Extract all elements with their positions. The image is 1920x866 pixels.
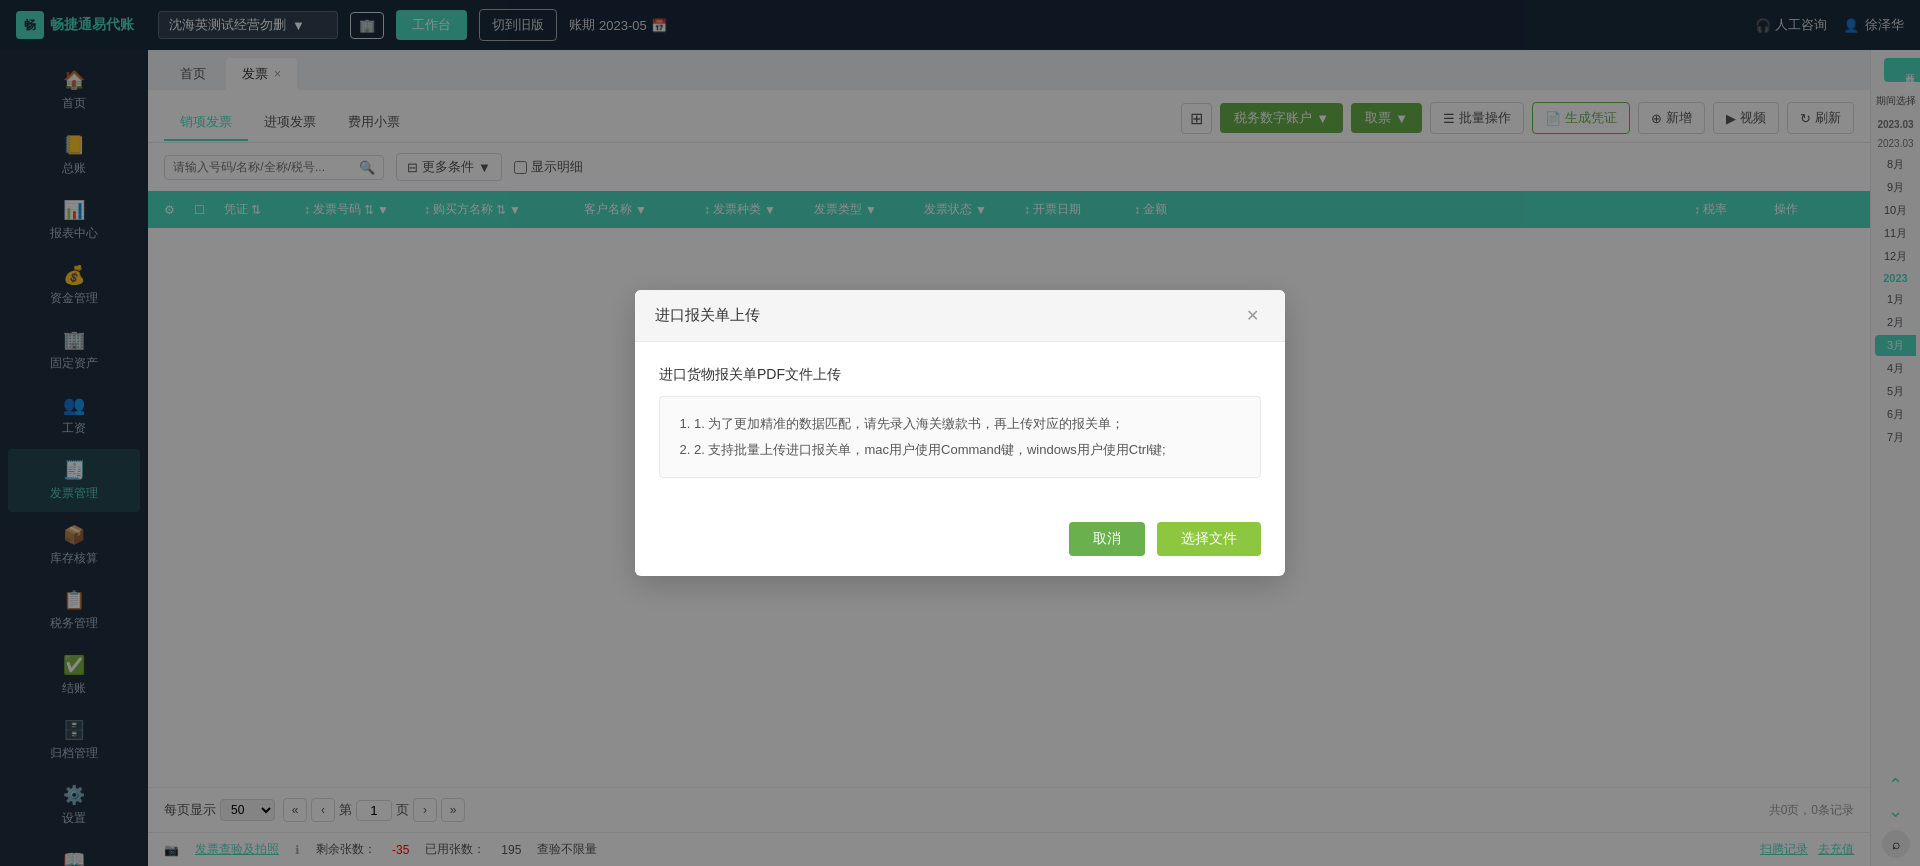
modal-overlay[interactable]: 进口报关单上传 ✕ 进口货物报关单PDF文件上传 1. 为了更加精准的数据匹配，… bbox=[0, 0, 1920, 866]
modal-cancel-btn[interactable]: 取消 bbox=[1069, 522, 1145, 556]
upload-section-title: 进口货物报关单PDF文件上传 bbox=[659, 366, 1261, 384]
modal-title: 进口报关单上传 bbox=[655, 306, 760, 325]
modal-close-btn[interactable]: ✕ bbox=[1240, 304, 1265, 327]
instruction-2: 2. 支持批量上传进口报关单，mac用户使用Command键，windows用户… bbox=[694, 437, 1244, 463]
upload-info-box: 1. 为了更加精准的数据匹配，请先录入海关缴款书，再上传对应的报关单； 2. 支… bbox=[659, 396, 1261, 478]
instruction-1: 1. 为了更加精准的数据匹配，请先录入海关缴款书，再上传对应的报关单； bbox=[694, 411, 1244, 437]
modal-select-file-btn[interactable]: 选择文件 bbox=[1157, 522, 1261, 556]
modal-header: 进口报关单上传 ✕ bbox=[635, 290, 1285, 342]
modal-footer: 取消 选择文件 bbox=[635, 510, 1285, 576]
upload-instructions: 1. 为了更加精准的数据匹配，请先录入海关缴款书，再上传对应的报关单； 2. 支… bbox=[676, 411, 1244, 463]
import-customs-modal: 进口报关单上传 ✕ 进口货物报关单PDF文件上传 1. 为了更加精准的数据匹配，… bbox=[635, 290, 1285, 576]
modal-body: 进口货物报关单PDF文件上传 1. 为了更加精准的数据匹配，请先录入海关缴款书，… bbox=[635, 342, 1285, 510]
